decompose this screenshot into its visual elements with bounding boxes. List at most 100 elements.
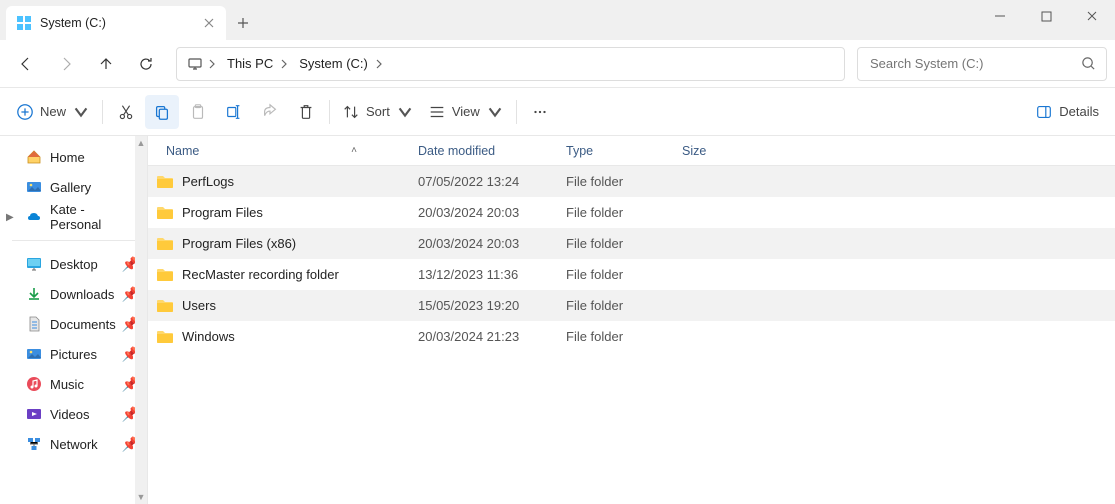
search-icon	[1081, 56, 1096, 71]
cell-name: Windows	[148, 321, 408, 352]
details-pane-button[interactable]: Details	[1029, 95, 1105, 129]
sidebar-label: Network	[50, 437, 98, 452]
details-pane-icon	[1035, 103, 1053, 121]
address-bar[interactable]: This PC System (C:)	[176, 47, 845, 81]
delete-button[interactable]	[289, 95, 323, 129]
cloud-icon	[26, 209, 42, 225]
up-button[interactable]	[88, 46, 124, 82]
sidebar-item-network[interactable]: Network 📌	[0, 429, 147, 459]
copy-button[interactable]	[145, 95, 179, 129]
sort-button[interactable]: Sort	[336, 95, 420, 129]
paste-button[interactable]	[181, 95, 215, 129]
close-window-button[interactable]	[1069, 0, 1115, 32]
sidebar-item-pictures[interactable]: Pictures 📌	[0, 339, 147, 369]
sort-icon	[342, 103, 360, 121]
cell-type: File folder	[556, 259, 672, 290]
window-tab[interactable]: System (C:)	[6, 6, 226, 40]
download-icon	[26, 286, 42, 302]
sidebar-label: Videos	[50, 407, 90, 422]
minimize-button[interactable]	[977, 0, 1023, 32]
column-headers: Name˄ Date modified Type Size	[148, 136, 1115, 166]
music-icon	[26, 376, 42, 392]
table-row[interactable]: Program Files20/03/2024 20:03File folder	[148, 197, 1115, 228]
cell-type: File folder	[556, 290, 672, 321]
close-tab-icon[interactable]	[202, 16, 216, 30]
more-button[interactable]	[523, 95, 557, 129]
folder-icon	[156, 329, 174, 345]
cell-date: 15/05/2023 19:20	[408, 290, 556, 321]
view-button[interactable]: View	[422, 95, 510, 129]
cell-size	[672, 228, 750, 259]
sidebar-item-downloads[interactable]: Downloads 📌	[0, 279, 147, 309]
cut-button[interactable]	[109, 95, 143, 129]
cell-date: 20/03/2024 20:03	[408, 228, 556, 259]
cell-size	[672, 197, 750, 228]
cell-size	[672, 259, 750, 290]
sidebar-item-gallery[interactable]: Gallery	[0, 172, 147, 202]
breadcrumb-this-pc[interactable]: This PC	[221, 56, 279, 71]
search-input[interactable]	[868, 55, 1081, 72]
sidebar-scrollbar[interactable]: ▲▼	[135, 136, 147, 504]
sidebar-label: Desktop	[50, 257, 98, 272]
copy-icon	[153, 103, 171, 121]
sidebar-item-videos[interactable]: Videos 📌	[0, 399, 147, 429]
sidebar-label: Downloads	[50, 287, 114, 302]
cell-size	[672, 290, 750, 321]
sort-label: Sort	[366, 104, 390, 119]
new-tab-button[interactable]	[226, 6, 260, 40]
cell-size	[672, 321, 750, 352]
cell-date: 20/03/2024 20:03	[408, 197, 556, 228]
rename-button[interactable]	[217, 95, 251, 129]
chevron-right-icon[interactable]	[279, 59, 293, 69]
window-controls	[977, 0, 1115, 40]
maximize-button[interactable]	[1023, 0, 1069, 32]
back-button[interactable]	[8, 46, 44, 82]
refresh-button[interactable]	[128, 46, 164, 82]
share-icon	[261, 103, 279, 121]
column-header-name[interactable]: Name˄	[148, 136, 408, 165]
cell-size	[672, 166, 750, 197]
cell-date: 07/05/2022 13:24	[408, 166, 556, 197]
column-header-type[interactable]: Type	[556, 136, 672, 165]
folder-icon	[156, 205, 174, 221]
cell-date: 20/03/2024 21:23	[408, 321, 556, 352]
table-row[interactable]: PerfLogs 07/05/2022 13:24File folder	[148, 166, 1115, 197]
cell-name: RecMaster recording folder	[148, 259, 408, 290]
details-label: Details	[1059, 104, 1099, 119]
chevron-right-icon[interactable]: ▶	[6, 212, 14, 223]
trash-icon	[297, 103, 315, 121]
file-name: PerfLogs	[182, 174, 234, 189]
sidebar-item-home[interactable]: Home	[0, 142, 147, 172]
new-button[interactable]: New	[10, 95, 96, 129]
folder-icon	[156, 174, 174, 190]
cell-type: File folder	[556, 166, 672, 197]
scissors-icon	[117, 103, 135, 121]
column-header-date[interactable]: Date modified	[408, 136, 556, 165]
rename-icon	[225, 103, 243, 121]
command-bar: New Sort View Details	[0, 88, 1115, 136]
file-name: Program Files	[182, 205, 263, 220]
column-header-size[interactable]: Size	[672, 136, 750, 165]
search-box[interactable]	[857, 47, 1107, 81]
file-list-area: Name˄ Date modified Type Size PerfLogs 07…	[148, 136, 1115, 504]
view-label: View	[452, 104, 480, 119]
gallery-icon	[26, 179, 42, 195]
chevron-right-icon[interactable]	[207, 59, 221, 69]
sidebar-item-desktop[interactable]: Desktop 📌	[0, 249, 147, 279]
table-row[interactable]: Windows20/03/2024 21:23File folder	[148, 321, 1115, 352]
sidebar-item-documents[interactable]: Documents 📌	[0, 309, 147, 339]
monitor-icon	[187, 56, 203, 72]
sidebar-item-music[interactable]: Music 📌	[0, 369, 147, 399]
forward-button[interactable]	[48, 46, 84, 82]
share-button[interactable]	[253, 95, 287, 129]
chevron-down-icon	[486, 103, 504, 121]
cell-name: Program Files (x86)	[148, 228, 408, 259]
breadcrumb-system-c[interactable]: System (C:)	[293, 56, 374, 71]
table-row[interactable]: Program Files (x86)20/03/2024 20:03File …	[148, 228, 1115, 259]
table-row[interactable]: RecMaster recording folder13/12/2023 11:…	[148, 259, 1115, 290]
sidebar-item-onedrive[interactable]: ▶ Kate - Personal	[0, 202, 147, 232]
folder-icon	[156, 236, 174, 252]
chevron-right-icon[interactable]	[374, 59, 388, 69]
table-row[interactable]: Users15/05/2023 19:20File folder	[148, 290, 1115, 321]
drive-icon	[16, 15, 32, 31]
